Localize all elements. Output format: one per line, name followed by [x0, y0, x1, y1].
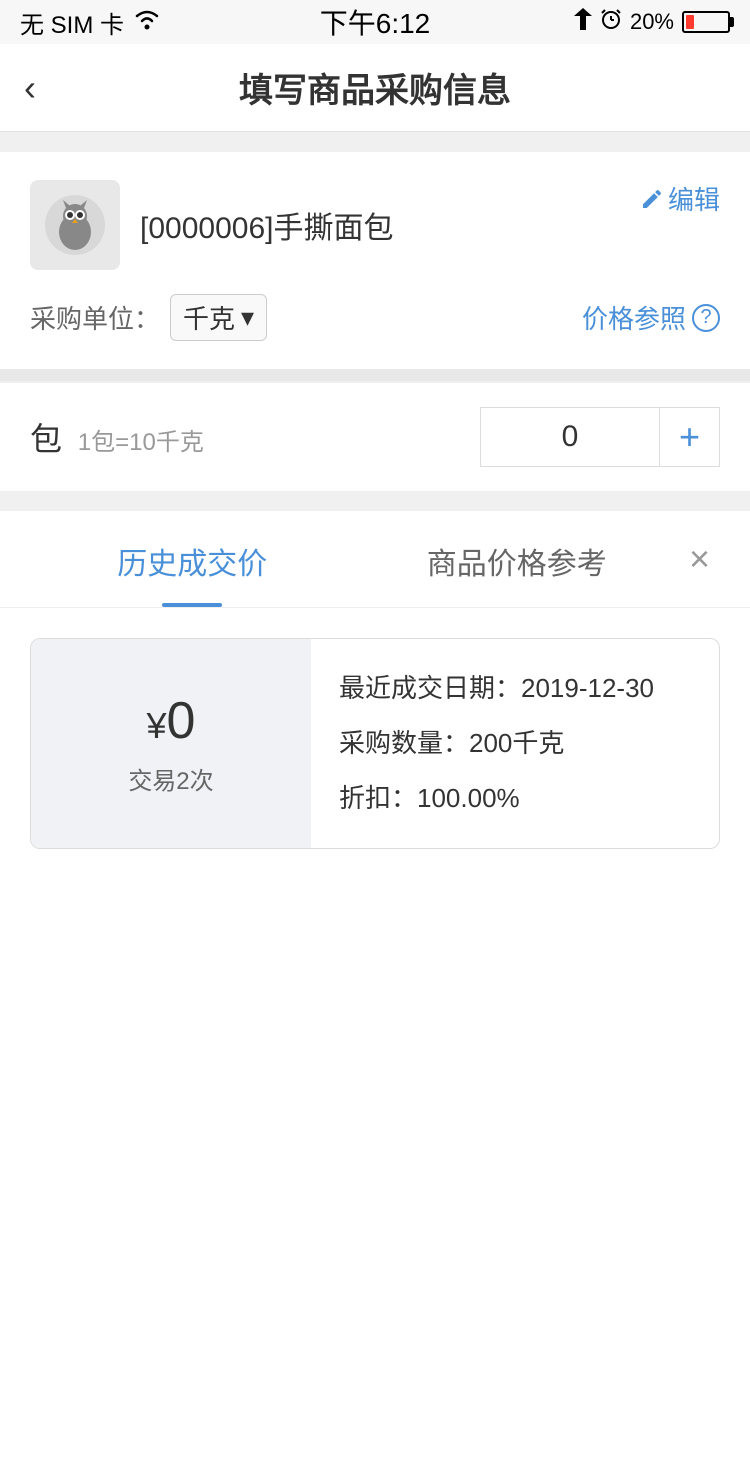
quantity-label: 采购数量： [339, 728, 469, 758]
carrier-text: 无 SIM 卡 [20, 5, 124, 40]
product-image-icon [40, 190, 110, 260]
quantity-section: 包 1包=10千克 0 + [0, 383, 750, 491]
battery-icon [682, 9, 730, 35]
price-ref-help-icon: ? [692, 304, 720, 332]
discount-label: 折扣： [339, 783, 417, 813]
discount-value: 100.00% [417, 783, 520, 813]
edit-label: 编辑 [668, 180, 720, 217]
location-icon [574, 8, 592, 36]
tab-close-button[interactable]: × [679, 518, 720, 600]
quantity-controls: 0 + [480, 407, 720, 467]
status-left: 无 SIM 卡 [20, 5, 162, 40]
unit-select[interactable]: 千克 ▾ [170, 294, 267, 341]
product-card: [0000006]手撕面包 编辑 采购单位： 千克 ▾ 价格参照 ? [0, 152, 750, 369]
price-card-left: ¥0 交易2次 [31, 639, 311, 848]
white-content-area [0, 879, 750, 1479]
product-header: [0000006]手撕面包 编辑 [30, 180, 720, 270]
plus-icon: + [679, 416, 700, 458]
dropdown-arrow-icon: ▾ [241, 302, 254, 333]
edit-icon [640, 187, 664, 211]
back-button[interactable]: ‹ [24, 67, 36, 109]
product-left: [0000006]手撕面包 [30, 180, 393, 270]
trades-count: 交易2次 [128, 761, 213, 796]
tabs-header: 历史成交价 商品价格参考 × [0, 511, 750, 608]
unit-container: 采购单位： 千克 ▾ [30, 294, 267, 341]
unit-value: 千克 [183, 299, 235, 336]
page-title: 填写商品采购信息 [239, 63, 511, 112]
product-thumbnail [30, 180, 120, 270]
history-price-content: ¥0 交易2次 最近成交日期：2019-12-30 采购数量：200千克 折扣：… [0, 608, 750, 879]
price-value: 0 [167, 692, 196, 750]
edit-button[interactable]: 编辑 [640, 180, 720, 217]
recent-date-row: 最近成交日期：2019-12-30 [339, 669, 691, 708]
recent-date-label: 最近成交日期： [339, 673, 521, 703]
quantity-unit-sub: 1包=10千克 [78, 429, 204, 456]
quantity-unit-main: 包 [30, 421, 62, 457]
product-unit-row: 采购单位： 千克 ▾ 价格参照 ? [30, 294, 720, 341]
price-display: ¥0 [147, 692, 196, 750]
unit-label: 采购单位： [30, 299, 160, 336]
price-ref-label: 价格参照 [582, 299, 686, 336]
status-bar: 无 SIM 卡 下午6:12 20% [0, 0, 750, 44]
status-time: 下午6:12 [320, 2, 431, 42]
quantity-label-container: 包 1包=10千克 [30, 414, 204, 460]
tab-history-price[interactable]: 历史成交价 [30, 511, 354, 607]
product-name: [0000006]手撕面包 [140, 203, 393, 247]
price-card: ¥0 交易2次 最近成交日期：2019-12-30 采购数量：200千克 折扣：… [30, 638, 720, 849]
nav-bar: ‹ 填写商品采购信息 [0, 44, 750, 132]
quantity-plus-button[interactable]: + [660, 407, 720, 467]
quantity-row: 采购数量：200千克 [339, 724, 691, 763]
divider [0, 369, 750, 381]
quantity-value-display: 200千克 [469, 728, 564, 758]
quantity-input[interactable]: 0 [480, 407, 660, 467]
tab-product-price-ref-label: 商品价格参考 [427, 548, 607, 581]
alarm-icon [600, 8, 622, 36]
price-reference-button[interactable]: 价格参照 ? [582, 299, 720, 336]
tab-product-price-ref[interactable]: 商品价格参考 [354, 511, 678, 607]
recent-date-value: 2019-12-30 [521, 673, 654, 703]
battery-percent: 20% [630, 9, 674, 35]
price-amount-container: ¥0 [147, 691, 196, 751]
tab-history-price-label: 历史成交价 [117, 548, 267, 581]
status-right: 20% [574, 8, 730, 36]
discount-row: 折扣：100.00% [339, 779, 691, 818]
wifi-icon [132, 8, 162, 37]
currency-symbol: ¥ [147, 705, 167, 746]
quantity-value: 0 [562, 420, 579, 454]
price-card-right: 最近成交日期：2019-12-30 采购数量：200千克 折扣：100.00% [311, 639, 719, 848]
